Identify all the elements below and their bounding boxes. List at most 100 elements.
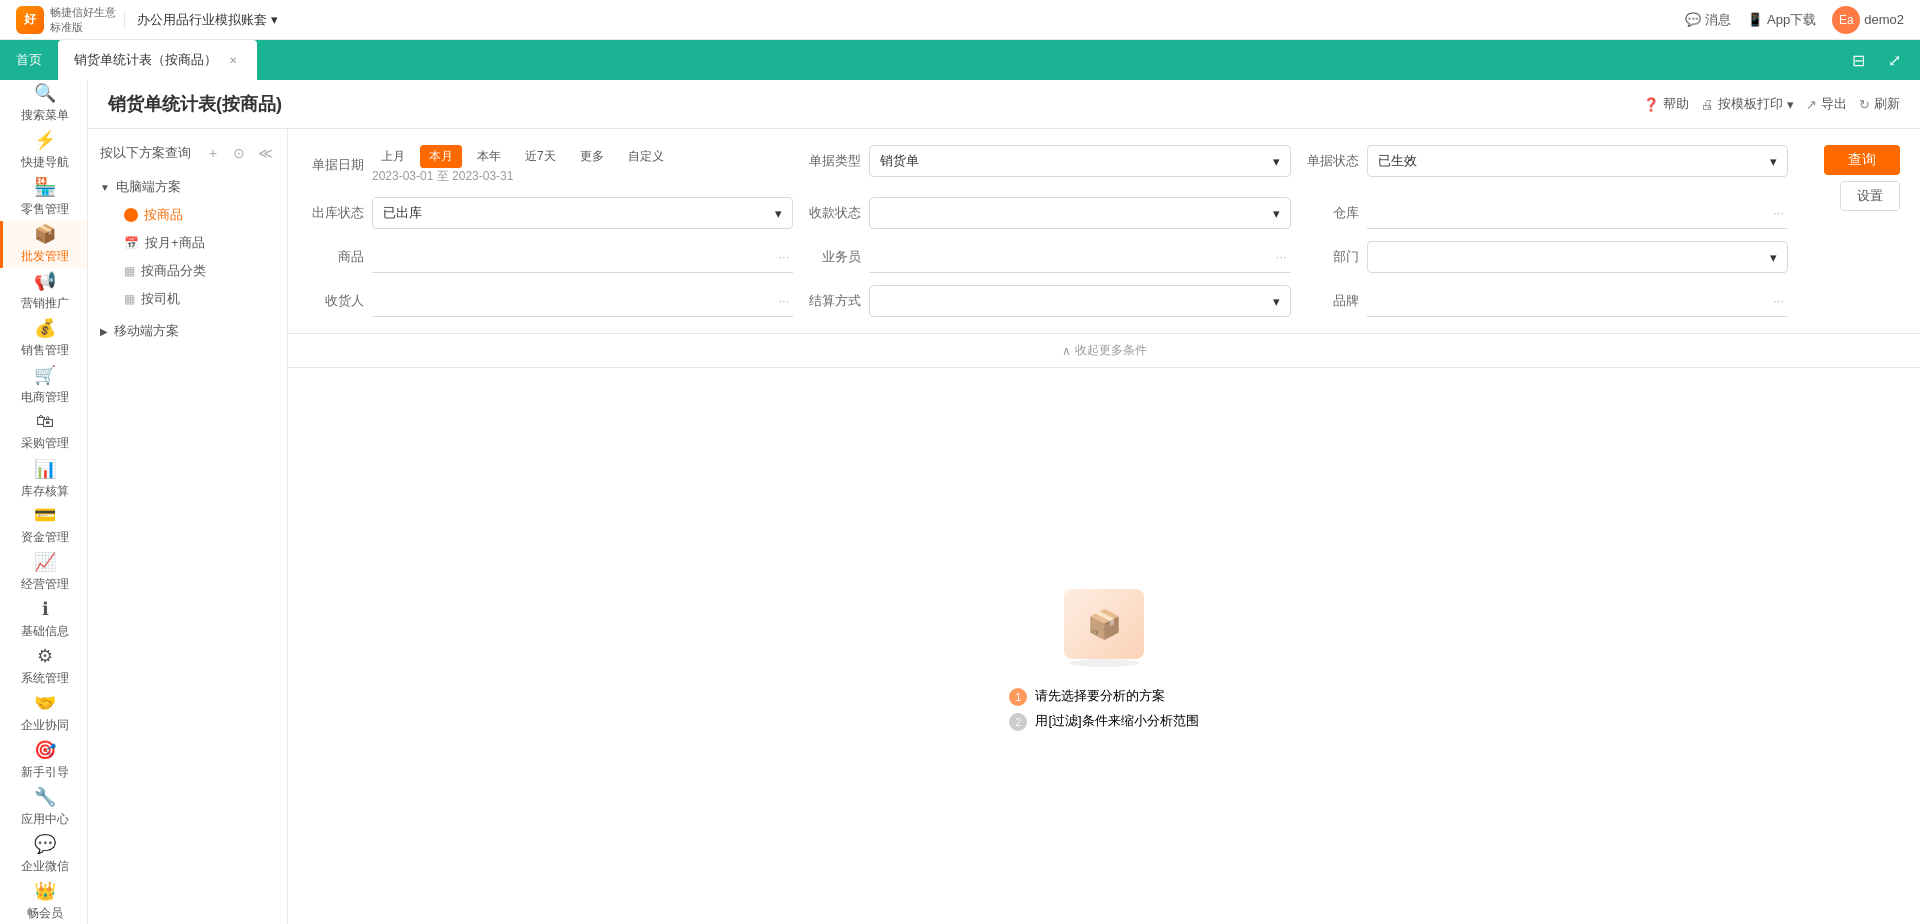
marketing-icon: 📢 <box>34 270 56 292</box>
empty-state: 📦 1 请先选择要分析的方案 2 用[过滤]条件来缩小分析范围 <box>288 368 1920 924</box>
dept-label: 部门 <box>1303 248 1367 266</box>
scheme-item-icon-1: 📅 <box>124 236 139 250</box>
date-btn-7days[interactable]: 近7天 <box>516 145 565 168</box>
out-status-select[interactable]: 已出库 ▾ <box>372 197 793 229</box>
sidebar-item-guide[interactable]: 🎯 新手引导 <box>0 736 87 783</box>
sidebar-item-marketing[interactable]: 📢 营销推广 <box>0 268 87 315</box>
scheme-add-button[interactable]: + <box>203 143 223 163</box>
scheme-item-by-category[interactable]: ▦ 按商品分类 <box>88 257 287 285</box>
empty-step-2: 2 用[过滤]条件来缩小分析范围 <box>1009 712 1198 731</box>
print-button[interactable]: 🖨 按模板打印 ▾ <box>1701 95 1794 113</box>
sidebar-item-search[interactable]: 🔍 搜索菜单 <box>0 80 87 127</box>
scheme-group-pc-header[interactable]: ▼ 电脑端方案 <box>88 173 287 201</box>
page-actions: ❓ 帮助 🖨 按模板打印 ▾ ↗ 导出 ↻ 刷新 <box>1643 95 1900 125</box>
sidebar-item-ecom[interactable]: 🛒 电商管理 <box>0 361 87 408</box>
doc-status-select[interactable]: 已生效 ▾ <box>1367 145 1788 177</box>
salesperson-item: 业务员 <box>805 241 1290 273</box>
scheme-group-mobile: ▶ 移动端方案 <box>88 317 287 345</box>
help-button[interactable]: ❓ 帮助 <box>1643 95 1689 113</box>
coop-icon: 🤝 <box>34 692 56 714</box>
sidebar-item-inventory[interactable]: 📊 库存核算 <box>0 455 87 502</box>
date-control: 上月 本月 本年 近7天 更多 自定义 2023-03-01 至 2023-03… <box>372 145 793 185</box>
collapse-bar[interactable]: ∧ 收起更多条件 <box>288 334 1920 368</box>
quicknav-icon: ⚡ <box>34 129 56 151</box>
salesperson-input[interactable] <box>869 241 1290 273</box>
goods-label: 商品 <box>308 248 372 266</box>
settle-select[interactable]: ▾ <box>869 285 1290 317</box>
sidebar-item-vip[interactable]: 👑 畅会员 <box>0 877 87 924</box>
scheme-collapse-button[interactable]: ≪ <box>255 143 275 163</box>
salesperson-dots-icon <box>1276 249 1287 264</box>
app-download-button[interactable]: 📱 App下载 <box>1747 11 1816 29</box>
scheme-item-by-month-goods[interactable]: 📅 按月+商品 <box>88 229 287 257</box>
sidebar-item-purchase[interactable]: 🛍 采购管理 <box>0 408 87 455</box>
ecom-icon: 🛒 <box>34 364 56 386</box>
scheme-header: 按以下方案查询 + ⊙ ≪ <box>88 137 287 169</box>
logo-area: 好 畅捷信好生意 标准版 <box>16 5 116 34</box>
dept-chevron-icon: ▾ <box>1770 250 1777 265</box>
sidebar-item-quicknav[interactable]: ⚡ 快捷导航 <box>0 127 87 174</box>
receiver-input[interactable] <box>372 285 793 317</box>
logo-text: 畅捷信好生意 标准版 <box>50 5 116 34</box>
scheme-mobile-chevron-icon: ▶ <box>100 326 108 337</box>
sidebar-item-basic[interactable]: ℹ 基础信息 <box>0 596 87 643</box>
settle-label: 结算方式 <box>805 292 869 310</box>
chevron-down-icon: ▾ <box>271 12 278 27</box>
sidebar-item-coop[interactable]: 🤝 企业协同 <box>0 690 87 737</box>
doc-type-chevron-icon: ▾ <box>1273 154 1280 169</box>
date-btn-lastmonth[interactable]: 上月 <box>372 145 414 168</box>
dept-select[interactable]: ▾ <box>1367 241 1788 273</box>
tab-close-icon[interactable]: ✕ <box>225 52 241 68</box>
industry-selector[interactable]: 办公用品行业模拟账套 ▾ <box>124 11 278 29</box>
pay-status-select[interactable]: ▾ <box>869 197 1290 229</box>
tab-bar: 首页 销货单统计表（按商品） ✕ ⊟ ⤢ <box>0 40 1920 80</box>
export-button[interactable]: ↗ 导出 <box>1806 95 1847 113</box>
pay-status-item: 收款状态 ▾ <box>805 197 1290 229</box>
scheme-settings-button[interactable]: ⊙ <box>229 143 249 163</box>
date-btn-custom[interactable]: 自定义 <box>619 145 673 168</box>
wholesale-icon: 📦 <box>34 223 56 245</box>
user-button[interactable]: Ea demo2 <box>1832 6 1904 34</box>
date-btn-thisyear[interactable]: 本年 <box>468 145 510 168</box>
brand-input[interactable] <box>1367 285 1788 317</box>
top-bar-right: 💬 消息 📱 App下载 Ea demo2 <box>1685 6 1904 34</box>
sidebar-item-ops[interactable]: 📈 经营管理 <box>0 549 87 596</box>
sidebar-item-wechat[interactable]: 💬 企业微信 <box>0 830 87 877</box>
sidebar-item-wholesale[interactable]: 📦 批发管理 <box>0 221 87 268</box>
sidebar-item-system[interactable]: ⚙ 系统管理 <box>0 643 87 690</box>
scheme-icons: + ⊙ ≪ <box>203 143 275 163</box>
sidebar: 🔍 搜索菜单 ⚡ 快捷导航 🏪 零售管理 📦 批发管理 📢 营销推广 💰 销售管… <box>0 80 88 924</box>
sidebar-item-retail[interactable]: 🏪 零售管理 <box>0 174 87 221</box>
page-title: 销货单统计表(按商品) <box>108 92 282 128</box>
scheme-group-mobile-header[interactable]: ▶ 移动端方案 <box>88 317 287 345</box>
mobile-icon: 📱 <box>1747 12 1763 27</box>
doc-type-select[interactable]: 销货单 ▾ <box>869 145 1290 177</box>
refresh-icon: ↻ <box>1859 97 1870 112</box>
empty-step-1: 1 请先选择要分析的方案 <box>1009 687 1198 706</box>
warehouse-input[interactable] <box>1367 197 1788 229</box>
tab-home[interactable]: 首页 <box>0 40 58 80</box>
sales-icon: 💰 <box>34 317 56 339</box>
scheme-item-by-goods[interactable]: 按商品 <box>88 201 287 229</box>
guide-icon: 🎯 <box>34 739 56 761</box>
scheme-group-chevron-icon: ▼ <box>100 182 110 193</box>
sidebar-item-finance[interactable]: 💳 资金管理 <box>0 502 87 549</box>
sidebar-item-apps[interactable]: 🔧 应用中心 <box>0 783 87 830</box>
goods-dots-icon <box>778 249 789 264</box>
tab-report[interactable]: 销货单统计表（按商品） ✕ <box>58 40 257 80</box>
scheme-item-by-driver[interactable]: ▦ 按司机 <box>88 285 287 313</box>
query-button[interactable]: 查询 <box>1824 145 1900 175</box>
message-button[interactable]: 💬 消息 <box>1685 11 1731 29</box>
settings-button[interactable]: 设置 <box>1840 181 1900 211</box>
logo-icon: 好 <box>16 6 44 34</box>
date-btn-more[interactable]: 更多 <box>571 145 613 168</box>
pay-status-chevron-icon: ▾ <box>1273 206 1280 221</box>
tab-minimize-icon[interactable]: ⊟ <box>1844 46 1872 74</box>
sidebar-item-sales[interactable]: 💰 销售管理 <box>0 314 87 361</box>
goods-input[interactable] <box>372 241 793 273</box>
filter-panel: 单据日期 上月 本月 本年 近7天 更多 自定义 <box>288 129 1920 334</box>
wechat-icon: 💬 <box>34 833 56 855</box>
date-btn-thismonth[interactable]: 本月 <box>420 145 462 168</box>
refresh-button[interactable]: ↻ 刷新 <box>1859 95 1900 113</box>
tab-expand-icon[interactable]: ⤢ <box>1880 46 1908 74</box>
